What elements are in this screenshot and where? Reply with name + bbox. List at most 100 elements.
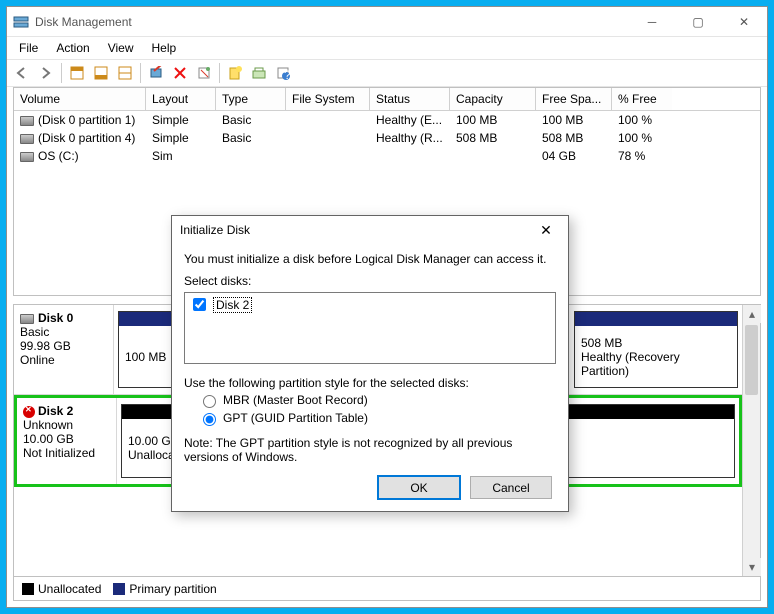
close-button[interactable]: ✕ bbox=[721, 7, 767, 37]
vol-fs bbox=[286, 129, 370, 147]
radio-mbr-row[interactable]: MBR (Master Boot Record) bbox=[198, 392, 542, 408]
toolbar-separator bbox=[61, 63, 62, 83]
col-status[interactable]: Status bbox=[370, 88, 450, 110]
back-icon[interactable] bbox=[11, 62, 33, 84]
legend-primary: Primary partition bbox=[113, 582, 216, 596]
col-pct[interactable]: % Free bbox=[612, 88, 672, 110]
cancel-button[interactable]: Cancel bbox=[470, 476, 552, 499]
disk2-checkbox[interactable] bbox=[193, 298, 206, 311]
col-free[interactable]: Free Spa... bbox=[536, 88, 612, 110]
disk-title: Disk 2 bbox=[38, 404, 73, 418]
disk-checkbox-row[interactable]: Disk 2 bbox=[189, 295, 551, 314]
gpt-label: GPT (GUID Partition Table) bbox=[223, 411, 368, 425]
menu-help[interactable]: Help bbox=[144, 39, 185, 57]
disk-icon bbox=[20, 314, 34, 324]
titlebar: Disk Management ─ ▢ ✕ bbox=[7, 7, 767, 37]
vol-type: Basic bbox=[216, 111, 286, 129]
tb-bottom-icon[interactable] bbox=[90, 62, 112, 84]
initialize-disk-dialog: Initialize Disk ✕ You must initialize a … bbox=[171, 215, 569, 512]
vol-name: (Disk 0 partition 1) bbox=[38, 113, 135, 127]
menu-action[interactable]: Action bbox=[48, 39, 97, 57]
volume-icon bbox=[20, 152, 34, 162]
part-size: 508 MB bbox=[581, 336, 731, 350]
volume-icon bbox=[20, 116, 34, 126]
tb-newvol-icon[interactable] bbox=[248, 62, 270, 84]
part-state: Healthy (Recovery Partition) bbox=[581, 350, 731, 378]
disk-state: Not Initialized bbox=[23, 446, 110, 460]
disk-size: 99.98 GB bbox=[20, 339, 107, 353]
vol-free: 508 MB bbox=[536, 129, 612, 147]
app-icon bbox=[13, 14, 29, 30]
disk-size: 10.00 GB bbox=[23, 432, 110, 446]
swatch-black-icon bbox=[22, 583, 34, 595]
vol-pct: 100 % bbox=[612, 111, 672, 129]
vol-name: OS (C:) bbox=[38, 149, 79, 163]
swatch-blue-icon bbox=[113, 583, 125, 595]
vol-capacity: 508 MB bbox=[450, 129, 536, 147]
disk-management-window: Disk Management ─ ▢ ✕ File Action View H… bbox=[6, 6, 768, 608]
dialog-title: Initialize Disk bbox=[180, 223, 532, 237]
vol-capacity bbox=[450, 147, 536, 165]
col-layout[interactable]: Layout bbox=[146, 88, 216, 110]
partition-efi[interactable]: 100 MB bbox=[118, 311, 176, 388]
volume-row[interactable]: (Disk 0 partition 4) Simple Basic Health… bbox=[14, 129, 760, 147]
ok-button[interactable]: OK bbox=[378, 476, 460, 499]
content-area: Volume Layout Type File System Status Ca… bbox=[7, 87, 767, 607]
dialog-close-button[interactable]: ✕ bbox=[532, 222, 560, 239]
partition-header bbox=[575, 312, 737, 326]
disk-item-label: Disk 2 bbox=[213, 297, 252, 313]
mbr-label: MBR (Master Boot Record) bbox=[223, 393, 368, 407]
toolbar: ? bbox=[7, 59, 767, 87]
col-type[interactable]: Type bbox=[216, 88, 286, 110]
scroll-thumb[interactable] bbox=[745, 325, 758, 395]
vol-fs bbox=[286, 111, 370, 129]
menubar: File Action View Help bbox=[7, 37, 767, 59]
volume-row[interactable]: OS (C:) Sim 04 GB 78 % bbox=[14, 147, 760, 165]
minimize-button[interactable]: ─ bbox=[629, 7, 675, 37]
partition-recovery[interactable]: 508 MB Healthy (Recovery Partition) bbox=[574, 311, 738, 388]
col-volume[interactable]: Volume bbox=[14, 88, 146, 110]
vol-status: Healthy (E... bbox=[370, 111, 450, 129]
disk-info-disk2[interactable]: Disk 2 Unknown 10.00 GB Not Initialized bbox=[17, 398, 117, 484]
vol-type: Basic bbox=[216, 129, 286, 147]
tb-settings-icon[interactable] bbox=[145, 62, 167, 84]
toolbar-separator bbox=[140, 63, 141, 83]
menu-view[interactable]: View bbox=[100, 39, 142, 57]
menu-file[interactable]: File bbox=[11, 39, 46, 57]
forward-icon[interactable] bbox=[35, 62, 57, 84]
maximize-button[interactable]: ▢ bbox=[675, 7, 721, 37]
disk-state: Online bbox=[20, 353, 107, 367]
select-disks-listbox[interactable]: Disk 2 bbox=[184, 292, 556, 364]
select-disks-label: Select disks: bbox=[184, 274, 556, 288]
disk-info-disk0[interactable]: Disk 0 Basic 99.98 GB Online bbox=[14, 305, 114, 394]
vol-free: 100 MB bbox=[536, 111, 612, 129]
volume-row[interactable]: (Disk 0 partition 1) Simple Basic Health… bbox=[14, 111, 760, 129]
col-capacity[interactable]: Capacity bbox=[450, 88, 536, 110]
radio-gpt-row[interactable]: GPT (GUID Partition Table) bbox=[198, 410, 542, 426]
partition-style-label: Use the following partition style for th… bbox=[184, 376, 556, 390]
mbr-radio[interactable] bbox=[203, 395, 216, 408]
dialog-titlebar: Initialize Disk ✕ bbox=[172, 216, 568, 244]
disk-type: Unknown bbox=[23, 418, 110, 432]
vol-layout: Sim bbox=[146, 147, 216, 165]
tb-new-icon[interactable] bbox=[224, 62, 246, 84]
vol-pct: 78 % bbox=[612, 147, 672, 165]
tb-split-icon[interactable] bbox=[114, 62, 136, 84]
gpt-radio[interactable] bbox=[203, 413, 216, 426]
tb-properties-icon[interactable] bbox=[193, 62, 215, 84]
tb-delete-icon[interactable] bbox=[169, 62, 191, 84]
disk-title: Disk 0 bbox=[38, 311, 73, 325]
vol-status: Healthy (R... bbox=[370, 129, 450, 147]
scroll-down-icon[interactable]: ▾ bbox=[743, 558, 761, 576]
vol-fs bbox=[286, 147, 370, 165]
vol-pct: 100 % bbox=[612, 129, 672, 147]
tb-help-icon[interactable]: ? bbox=[272, 62, 294, 84]
vol-name: (Disk 0 partition 4) bbox=[38, 131, 135, 145]
legend: Unallocated Primary partition bbox=[13, 577, 761, 601]
scroll-up-icon[interactable]: ▴ bbox=[743, 305, 761, 323]
tb-top-icon[interactable] bbox=[66, 62, 88, 84]
col-fs[interactable]: File System bbox=[286, 88, 370, 110]
disk-pane-scrollbar[interactable]: ▴ ▾ bbox=[742, 305, 760, 576]
vol-status bbox=[370, 147, 450, 165]
error-icon bbox=[23, 406, 35, 418]
